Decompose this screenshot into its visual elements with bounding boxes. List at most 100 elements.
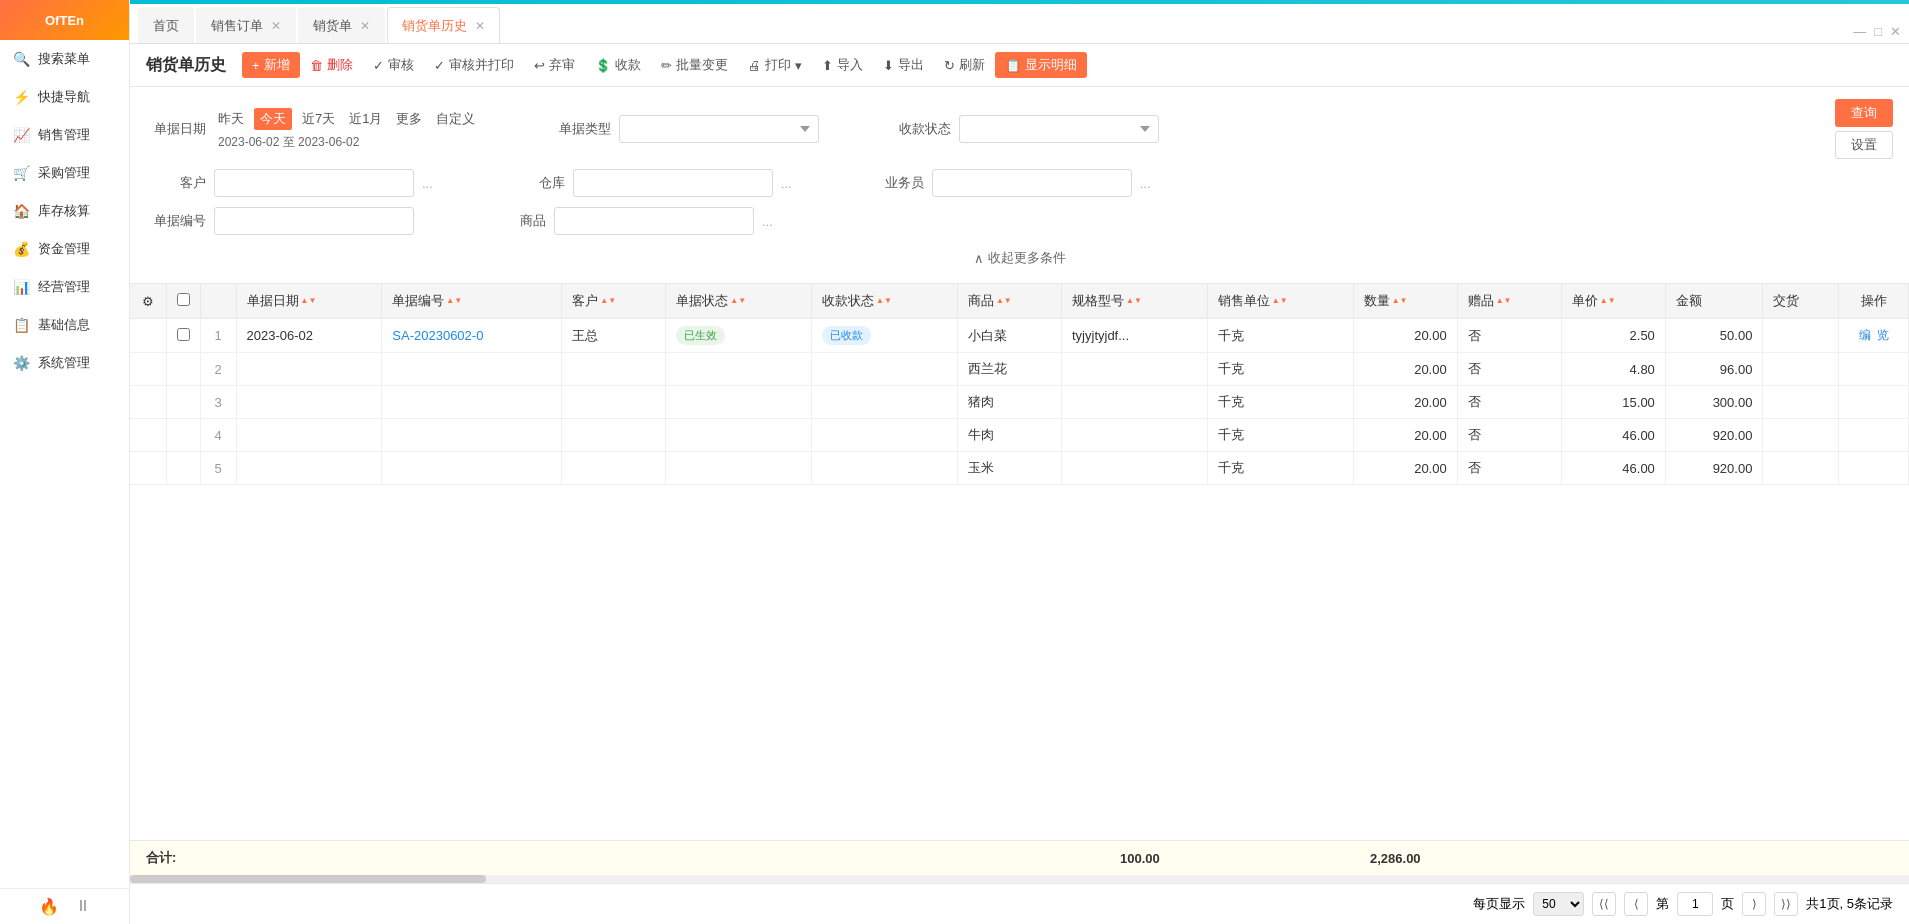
- settings-button[interactable]: 设置: [1835, 131, 1893, 159]
- sidebar-item-sys-mgmt[interactable]: ⚙️ 系统管理: [0, 344, 129, 382]
- page-last-btn[interactable]: ⟩⟩: [1774, 892, 1798, 916]
- show-detail-label: 显示明细: [1025, 56, 1077, 74]
- cell-goods: 牛肉: [957, 419, 1061, 452]
- customer-input[interactable]: [214, 169, 414, 197]
- scroll-thumb[interactable]: [130, 875, 486, 883]
- th-price[interactable]: 单价 ▲▼: [1561, 284, 1665, 319]
- th-docno[interactable]: 单据编号 ▲▼: [382, 284, 562, 319]
- customer-dots[interactable]: ...: [422, 176, 433, 191]
- new-button[interactable]: + 新增: [242, 52, 300, 78]
- th-doc-status[interactable]: 单据状态 ▲▼: [666, 284, 812, 319]
- batch-change-button[interactable]: ✏ 批量变更: [651, 52, 738, 78]
- cell-check[interactable]: [166, 353, 200, 386]
- sidebar-item-finance-mgmt[interactable]: 💰 资金管理: [0, 230, 129, 268]
- warehouse-dots[interactable]: ...: [781, 176, 792, 191]
- page-input[interactable]: [1677, 892, 1713, 916]
- cell-check[interactable]: [166, 452, 200, 485]
- tabbar-minimize-icon[interactable]: —: [1853, 24, 1866, 39]
- import-icon: ⬆: [822, 58, 833, 73]
- sidebar-item-sales-mgmt[interactable]: 📈 销售管理: [0, 116, 129, 154]
- page-size-select[interactable]: 10 20 50 100: [1533, 892, 1584, 916]
- date-tab-more[interactable]: 更多: [392, 108, 426, 130]
- refresh-button[interactable]: ↻ 刷新: [934, 52, 995, 78]
- date-tab-1month[interactable]: 近1月: [345, 108, 386, 130]
- abandon-button[interactable]: ↩ 弃审: [524, 52, 585, 78]
- tab-sales-history[interactable]: 销货单历史 ✕: [387, 7, 500, 43]
- th-unit[interactable]: 销售单位 ▲▼: [1207, 284, 1353, 319]
- payment-status-select[interactable]: [959, 115, 1159, 143]
- th-goods[interactable]: 商品 ▲▼: [957, 284, 1061, 319]
- cell-docno[interactable]: [382, 452, 562, 485]
- page-next-btn[interactable]: ⟩: [1742, 892, 1766, 916]
- date-tab-yesterday[interactable]: 昨天: [214, 108, 248, 130]
- doc-type-select[interactable]: [619, 115, 819, 143]
- query-button[interactable]: 查询: [1835, 99, 1893, 127]
- collect-button[interactable]: 💲 收款: [585, 52, 651, 78]
- print-button[interactable]: 🖨 打印 ▾: [738, 52, 812, 78]
- page-first-btn[interactable]: ⟨⟨: [1592, 892, 1616, 916]
- edit-action-btn[interactable]: 编: [1859, 328, 1871, 342]
- th-date[interactable]: 单据日期 ▲▼: [236, 284, 382, 319]
- th-payment-status[interactable]: 收款状态 ▲▼: [812, 284, 958, 319]
- th-qty[interactable]: 数量 ▲▼: [1353, 284, 1457, 319]
- tabbar-maximize-icon[interactable]: □: [1874, 24, 1882, 39]
- sidebar-item-purchase-mgmt[interactable]: 🛒 采购管理: [0, 154, 129, 192]
- collapse-button[interactable]: ∧ 收起更多条件: [974, 245, 1066, 271]
- export-button[interactable]: ⬇ 导出: [873, 52, 934, 78]
- cell-doc-status: [666, 452, 812, 485]
- batch-change-icon: ✏: [661, 58, 672, 73]
- sidebar-fire-btn[interactable]: 🔥: [39, 897, 59, 916]
- view-action-btn[interactable]: 览: [1877, 328, 1889, 342]
- warehouse-input[interactable]: [573, 169, 773, 197]
- select-all-checkbox[interactable]: [177, 293, 190, 306]
- tab-sales-order-close[interactable]: ✕: [271, 19, 281, 33]
- tab-home[interactable]: 首页: [138, 7, 194, 43]
- sidebar-item-basic-info[interactable]: 📋 基础信息: [0, 306, 129, 344]
- date-tab-today[interactable]: 今天: [254, 108, 292, 130]
- sidebar-item-inventory[interactable]: 🏠 库存核算: [0, 192, 129, 230]
- cell-actions: [1839, 452, 1909, 485]
- th-gear[interactable]: ⚙: [130, 284, 166, 319]
- tabbar-close-icon[interactable]: ✕: [1890, 24, 1901, 39]
- sidebar-item-quick-nav[interactable]: ⚡ 快捷导航: [0, 78, 129, 116]
- delete-button[interactable]: 🗑 删除: [300, 52, 363, 78]
- tab-sales-goods-close[interactable]: ✕: [360, 19, 370, 33]
- show-detail-button[interactable]: 📋 显示明细: [995, 52, 1087, 78]
- salesperson-dots[interactable]: ...: [1140, 176, 1151, 191]
- cell-check[interactable]: [166, 419, 200, 452]
- audit-button[interactable]: ✓ 审核: [363, 52, 424, 78]
- filter-row-3: 单据编号 商品 ...: [146, 207, 1893, 235]
- row-checkbox[interactable]: [177, 328, 190, 341]
- salesperson-input[interactable]: [932, 169, 1132, 197]
- sidebar-item-biz-mgmt[interactable]: 📊 经营管理: [0, 268, 129, 306]
- th-docno-label: 单据编号: [392, 292, 444, 310]
- horizontal-scrollbar[interactable]: [130, 875, 1909, 883]
- doc-no-link[interactable]: SA-20230602-0: [392, 328, 483, 343]
- tab-sales-order[interactable]: 销售订单 ✕: [196, 7, 296, 43]
- date-tab-7days[interactable]: 近7天: [298, 108, 339, 130]
- audit-print-button[interactable]: ✓ 审核并打印: [424, 52, 524, 78]
- page-prev-btn[interactable]: ⟨: [1624, 892, 1648, 916]
- th-gift[interactable]: 赠品 ▲▼: [1457, 284, 1561, 319]
- cell-docno[interactable]: SA-20230602-0: [382, 319, 562, 353]
- cell-docno[interactable]: [382, 419, 562, 452]
- doc-status-badge: 已生效: [676, 326, 725, 345]
- sidebar-item-search-menu[interactable]: 🔍 搜索菜单: [0, 40, 129, 78]
- cell-docno[interactable]: [382, 386, 562, 419]
- import-button[interactable]: ⬆ 导入: [812, 52, 873, 78]
- cell-check[interactable]: [166, 319, 200, 353]
- goods-input[interactable]: [554, 207, 754, 235]
- print-dropdown-icon: ▾: [795, 58, 802, 73]
- docno-input[interactable]: [214, 207, 414, 235]
- date-tab-custom[interactable]: 自定义: [432, 108, 479, 130]
- tab-sales-goods[interactable]: 销货单 ✕: [298, 7, 385, 43]
- cell-docno[interactable]: [382, 353, 562, 386]
- th-check[interactable]: [166, 284, 200, 319]
- th-spec[interactable]: 规格型号 ▲▼: [1062, 284, 1208, 319]
- cell-check[interactable]: [166, 386, 200, 419]
- th-customer[interactable]: 客户 ▲▼: [562, 284, 666, 319]
- sidebar-pause-btn[interactable]: ⏸: [75, 897, 91, 916]
- doc-type-label: 单据类型: [551, 120, 611, 138]
- goods-dots[interactable]: ...: [762, 214, 773, 229]
- tab-sales-history-close[interactable]: ✕: [475, 19, 485, 33]
